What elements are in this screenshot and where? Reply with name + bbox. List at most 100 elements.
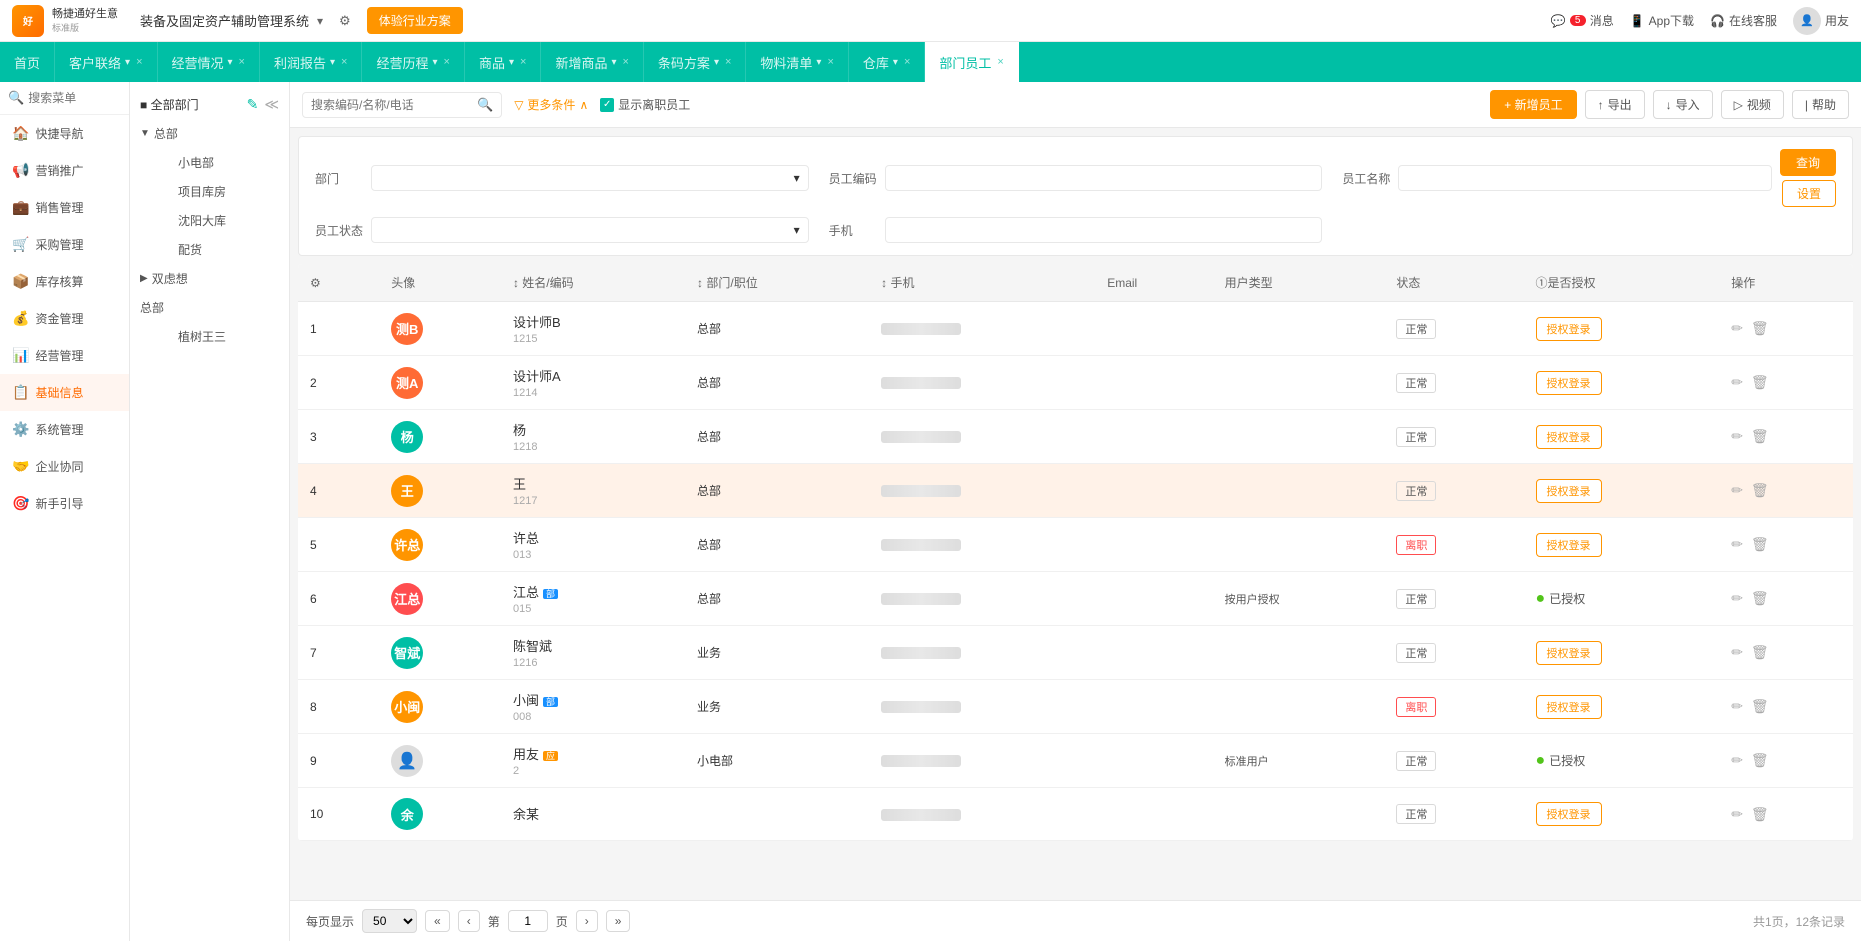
dept-item-distribution[interactable]: 配货 (158, 235, 289, 264)
tab-barcode-close[interactable]: × (725, 56, 731, 68)
tab-warehouse[interactable]: 仓库 ▾ × (849, 42, 925, 82)
edit-icon[interactable]: ✏ (1731, 752, 1743, 769)
tab-profit-close[interactable]: × (341, 56, 347, 68)
next-page-btn[interactable]: › (576, 910, 598, 932)
more-conditions-btn[interactable]: ▽ 更多条件 ∧ (514, 96, 588, 113)
sidebar-item-system[interactable]: ⚙️ 系统管理 (0, 411, 129, 448)
employee-search-input[interactable] (311, 98, 471, 112)
authorize-btn[interactable]: 授权登录 (1536, 802, 1602, 826)
sidebar-item-guide[interactable]: 🎯 新手引导 (0, 485, 129, 522)
last-page-btn[interactable]: » (606, 910, 631, 932)
authorize-btn[interactable]: 授权登录 (1536, 641, 1602, 665)
edit-icon[interactable]: ✏ (1731, 536, 1743, 553)
tab-customer-close[interactable]: × (136, 56, 142, 68)
query-btn[interactable]: 查询 (1780, 149, 1836, 176)
dept-item-shenyang[interactable]: 沈阳大库 (158, 206, 289, 235)
tab-employees-close[interactable]: × (997, 56, 1003, 68)
edit-icon[interactable]: ✏ (1731, 320, 1743, 337)
delete-icon[interactable]: 🗑 (1751, 590, 1769, 607)
edit-icon[interactable]: ✏ (1731, 698, 1743, 715)
tab-add-goods[interactable]: 新增商品 ▾ × (541, 42, 643, 82)
delete-icon[interactable]: 🗑 (1751, 320, 1769, 337)
edit-icon[interactable]: ✏ (1731, 482, 1743, 499)
dept-item-project-warehouse[interactable]: 项目库房 (158, 177, 289, 206)
sidebar-search-input[interactable] (28, 91, 130, 105)
import-btn[interactable]: ↓ 导入 (1653, 90, 1713, 119)
authorize-btn[interactable]: 授权登录 (1536, 479, 1602, 503)
dept-collapse-icon[interactable]: ≪ (264, 96, 279, 113)
tab-customer[interactable]: 客户联络 ▾ × (55, 42, 157, 82)
show-resigned-toggle[interactable]: ✓ 显示离职员工 (600, 96, 690, 113)
tab-bom[interactable]: 物料清单 ▾ × (746, 42, 848, 82)
help-btn[interactable]: | 帮助 (1792, 90, 1849, 119)
sidebar-item-finance[interactable]: 💰 资金管理 (0, 300, 129, 337)
sidebar-item-inventory[interactable]: 📦 库存核算 (0, 263, 129, 300)
edit-icon[interactable]: ✏ (1731, 806, 1743, 823)
dept-item-headquarters-root[interactable]: ▼总部 (130, 119, 289, 148)
sidebar-item-operations[interactable]: 📊 经营管理 (0, 337, 129, 374)
tab-profit[interactable]: 利润报告 ▾ × (260, 42, 362, 82)
delete-icon[interactable]: 🗑 (1751, 482, 1769, 499)
delete-icon[interactable]: 🗑 (1751, 428, 1769, 445)
tab-operation[interactable]: 经营情况 ▾ × (158, 42, 260, 82)
set-btn[interactable]: 设置 (1782, 180, 1836, 207)
tab-history-close[interactable]: × (444, 56, 450, 68)
dept-edit-icon[interactable]: ✎ (247, 96, 259, 113)
tab-history[interactable]: 经营历程 ▾ × (362, 42, 464, 82)
tab-warehouse-close[interactable]: × (904, 56, 910, 68)
tab-add-goods-close[interactable]: × (622, 56, 628, 68)
system-dropdown-btn[interactable]: ▾ (317, 14, 323, 28)
search-icon[interactable]: 🔍 (477, 97, 493, 113)
sidebar-item-purchase[interactable]: 🛒 采购管理 (0, 226, 129, 263)
authorize-btn[interactable]: 授权登录 (1536, 425, 1602, 449)
app-download-btn[interactable]: 📱 App下载 (1630, 12, 1694, 29)
tab-operation-close[interactable]: × (239, 56, 245, 68)
tab-barcode[interactable]: 条码方案 ▾ × (644, 42, 746, 82)
edit-icon[interactable]: ✏ (1731, 590, 1743, 607)
page-input[interactable] (508, 910, 548, 932)
sidebar-item-sales[interactable]: 💼 销售管理 (0, 189, 129, 226)
add-employee-btn[interactable]: + 新增员工 (1490, 90, 1576, 119)
sidebar-item-marketing[interactable]: 📢 营销推广 (0, 152, 129, 189)
authorize-btn[interactable]: 授权登录 (1536, 533, 1602, 557)
delete-icon[interactable]: 🗑 (1751, 536, 1769, 553)
authorize-btn[interactable]: 授权登录 (1536, 371, 1602, 395)
settings-icon[interactable]: ⚙ (339, 13, 351, 29)
dept-item-plant-king[interactable]: 植树王三 (158, 322, 289, 351)
edit-icon[interactable]: ✏ (1731, 644, 1743, 661)
delete-icon[interactable]: 🗑 (1751, 374, 1769, 391)
filter-phone-input[interactable] (885, 217, 1323, 243)
sidebar-item-collaboration[interactable]: 🤝 企业协同 (0, 448, 129, 485)
sidebar-item-basic-info[interactable]: 📋 基础信息 (0, 374, 129, 411)
experience-btn[interactable]: 体验行业方案 (367, 7, 463, 34)
authorize-btn[interactable]: 授权登录 (1536, 695, 1602, 719)
tab-home[interactable]: 首页 (0, 42, 55, 82)
filter-status-select[interactable]: ▾ (371, 217, 809, 243)
filter-empname-input[interactable] (1398, 165, 1772, 191)
tab-goods-close[interactable]: × (520, 56, 526, 68)
sidebar-item-navigation[interactable]: 🏠 快捷导航 (0, 115, 129, 152)
online-service-btn[interactable]: 🎧 在线客服 (1710, 12, 1777, 29)
edit-icon[interactable]: ✏ (1731, 428, 1743, 445)
dept-item-small-electronics[interactable]: 小电部 (158, 148, 289, 177)
delete-icon[interactable]: 🗑 (1751, 698, 1769, 715)
per-page-select[interactable]: 50 20 100 (362, 909, 417, 933)
view-btn[interactable]: ▷ 视频 (1721, 90, 1784, 119)
user-menu[interactable]: 👤 用友 (1793, 7, 1849, 35)
tab-employees[interactable]: 部门员工 × (925, 42, 1018, 82)
dept-item-hq[interactable]: 总部 (130, 293, 289, 322)
dept-item-double[interactable]: ▶双虑想 (130, 264, 289, 293)
delete-icon[interactable]: 🗑 (1751, 644, 1769, 661)
prev-page-btn[interactable]: ‹ (458, 910, 480, 932)
tab-goods[interactable]: 商品 ▾ × (465, 42, 541, 82)
tab-bom-close[interactable]: × (827, 56, 833, 68)
delete-icon[interactable]: 🗑 (1751, 752, 1769, 769)
first-page-btn[interactable]: « (425, 910, 450, 932)
filter-dept-select[interactable]: ▾ (371, 165, 809, 191)
edit-icon[interactable]: ✏ (1731, 374, 1743, 391)
export-btn[interactable]: ↑ 导出 (1585, 90, 1645, 119)
delete-icon[interactable]: 🗑 (1751, 806, 1769, 823)
authorize-btn[interactable]: 授权登录 (1536, 317, 1602, 341)
filter-empcode-input[interactable] (885, 165, 1323, 191)
message-btn[interactable]: 💬 5 消息 (1551, 12, 1614, 29)
